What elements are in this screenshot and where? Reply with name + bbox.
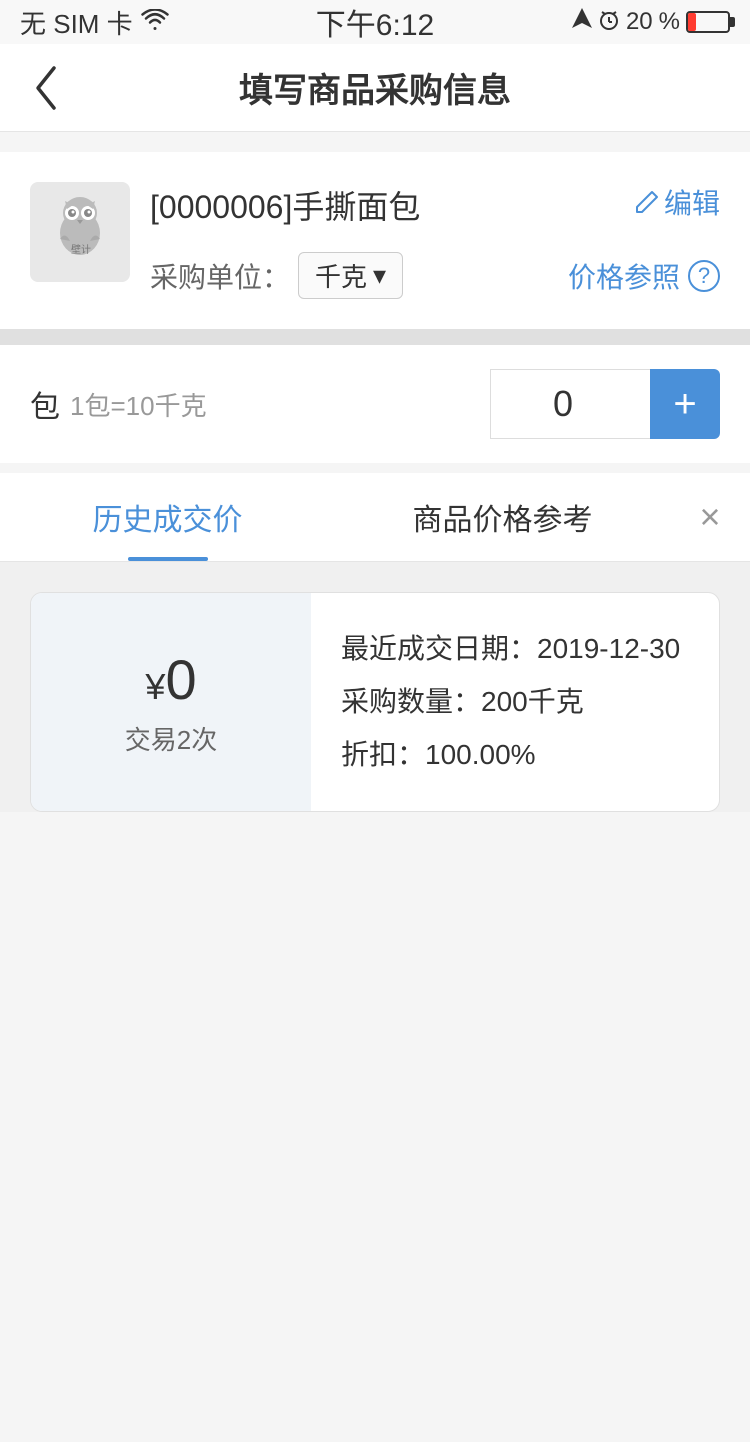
info-circle-icon: ? (688, 260, 720, 292)
price-value: 0 (165, 648, 196, 711)
status-left: 无 SIM 卡 (20, 4, 169, 41)
unit-select-dropdown[interactable]: 千克 ▾ (298, 252, 403, 299)
recent-date-label: 最近成交日期： (341, 633, 537, 664)
tab-price-reference[interactable]: 商品价格参考 (335, 473, 670, 561)
purchase-qty-label: 采购数量： (341, 686, 481, 717)
quantity-input[interactable]: 0 (490, 369, 650, 439)
product-card: 壁计 [0000006]手撕面包 编辑 采购单位： 千克 ▾ 价格参照 (0, 152, 750, 329)
purchase-qty-value: 200千克 (481, 686, 584, 717)
time-display: 下午6:12 (316, 0, 434, 44)
price-details: 最近成交日期：2019-12-30 采购数量：200千克 折扣：100.00% (311, 593, 719, 811)
main-background (0, 842, 750, 1442)
price-ref-label: 价格参照 (568, 256, 680, 296)
price-amount-display: ¥0 (145, 647, 196, 712)
battery-percent: 20 (626, 8, 653, 36)
battery-icon (686, 11, 730, 33)
tab-price-reference-label: 商品价格参考 (413, 495, 593, 539)
quantity-plus-button[interactable]: + (650, 369, 720, 439)
status-right: 20% (572, 8, 730, 37)
quantity-input-group: 0 + (490, 369, 720, 439)
discount-label: 折扣： (341, 739, 425, 770)
gps-icon (572, 8, 592, 37)
nav-bar: 填写商品采购信息 (0, 44, 750, 132)
unit-label: 采购单位： (150, 256, 290, 296)
tabs-panel: 历史成交价 商品价格参考 × ¥0 交易2次 最近成交日期：2019-12-30… (0, 473, 750, 812)
wifi-icon (141, 7, 169, 38)
alarm-icon (598, 8, 620, 37)
purchase-qty-row: 采购数量：200千克 (341, 682, 689, 721)
close-panel-button[interactable]: × (670, 473, 750, 561)
price-summary: ¥0 交易2次 (31, 593, 311, 811)
price-ref-button[interactable]: 价格参照 ? (568, 256, 720, 296)
trade-count: 交易2次 (125, 720, 217, 757)
recent-date-row: 最近成交日期：2019-12-30 (341, 629, 689, 668)
close-icon: × (699, 496, 720, 538)
product-thumbnail: 壁计 (30, 182, 130, 282)
back-button[interactable] (30, 64, 60, 112)
product-info: [0000006]手撕面包 编辑 采购单位： 千克 ▾ 价格参照 ? (150, 182, 720, 299)
product-unit-row: 采购单位： 千克 ▾ 价格参照 ? (150, 252, 720, 299)
tabs-header: 历史成交价 商品价格参考 × (0, 473, 750, 562)
tab-history-price[interactable]: 历史成交价 (0, 473, 335, 561)
currency-symbol: ¥ (145, 666, 165, 707)
svg-text:壁计: 壁计 (71, 243, 91, 256)
discount-value: 100.00% (425, 739, 536, 770)
history-price-card: ¥0 交易2次 最近成交日期：2019-12-30 采购数量：200千克 折扣：… (30, 592, 720, 812)
unit-ratio-label: 1包=10千克 (70, 386, 207, 423)
section-divider (0, 329, 750, 345)
unit-box-label: 包 (30, 382, 60, 426)
unit-value: 千克 (315, 257, 367, 294)
edit-label: 编辑 (664, 182, 720, 222)
edit-button[interactable]: 编辑 (634, 182, 720, 222)
product-logo-icon: 壁计 (45, 191, 115, 273)
quantity-unit-info: 包 1包=10千克 (30, 382, 207, 426)
discount-row: 折扣：100.00% (341, 735, 689, 774)
product-header: [0000006]手撕面包 编辑 (150, 182, 720, 228)
carrier-label: 无 SIM 卡 (20, 4, 133, 41)
status-bar: 无 SIM 卡 下午6:12 20% (0, 0, 750, 44)
quantity-row: 包 1包=10千克 0 + (0, 345, 750, 463)
recent-date-value: 2019-12-30 (537, 633, 680, 664)
product-name: [0000006]手撕面包 (150, 182, 420, 228)
page-title: 填写商品采购信息 (239, 63, 511, 112)
tab-history-price-label: 历史成交价 (93, 495, 243, 539)
tab-active-indicator (128, 557, 208, 561)
dropdown-arrow-icon: ▾ (373, 260, 386, 291)
